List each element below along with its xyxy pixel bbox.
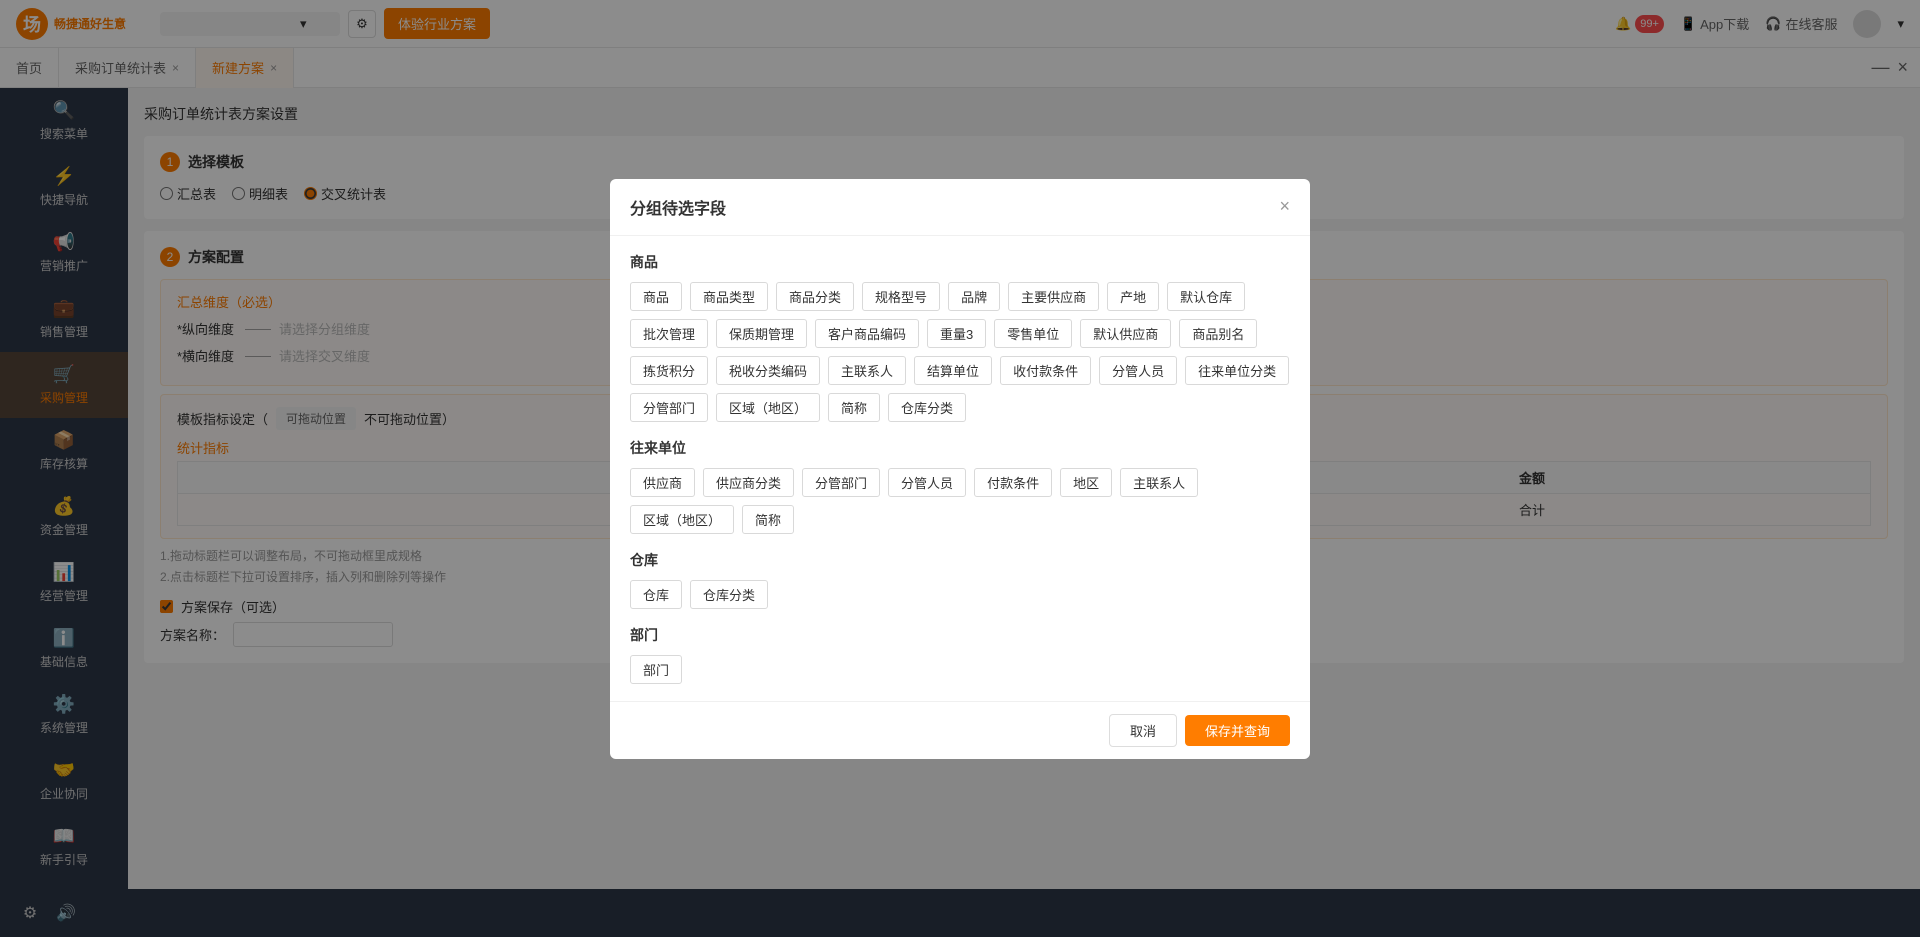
field-tag-1-0[interactable]: 供应商 [630,468,695,497]
field-tag-0-8[interactable]: 批次管理 [630,319,708,348]
field-tag-0-7[interactable]: 默认仓库 [1167,282,1245,311]
field-tag-0-25[interactable]: 仓库分类 [888,393,966,422]
field-tag-0-6[interactable]: 产地 [1107,282,1159,311]
field-tag-0-10[interactable]: 客户商品编码 [815,319,919,348]
field-group-title-1: 往来单位 [630,438,1290,458]
field-group-0: 商品商品商品类型商品分类规格型号品牌主要供应商产地默认仓库批次管理保质期管理客户… [630,252,1290,422]
field-tag-0-21[interactable]: 往来单位分类 [1185,356,1289,385]
modal-close-button[interactable]: × [1279,196,1290,217]
field-tags-3: 部门 [630,655,1290,684]
field-tag-2-1[interactable]: 仓库分类 [690,580,768,609]
modal: 分组待选字段 × 商品商品商品类型商品分类规格型号品牌主要供应商产地默认仓库批次… [610,179,1310,759]
field-group-title-2: 仓库 [630,550,1290,570]
field-tag-0-2[interactable]: 商品分类 [776,282,854,311]
field-tags-2: 仓库仓库分类 [630,580,1290,609]
modal-title: 分组待选字段 [630,195,726,219]
field-tag-0-19[interactable]: 收付款条件 [1000,356,1091,385]
field-tag-1-5[interactable]: 地区 [1060,468,1112,497]
field-tag-1-6[interactable]: 主联系人 [1120,468,1198,497]
field-tag-2-0[interactable]: 仓库 [630,580,682,609]
field-tag-0-12[interactable]: 零售单位 [994,319,1072,348]
field-tag-1-1[interactable]: 供应商分类 [703,468,794,497]
field-tag-0-17[interactable]: 主联系人 [828,356,906,385]
field-tag-1-4[interactable]: 付款条件 [974,468,1052,497]
field-tag-0-5[interactable]: 主要供应商 [1008,282,1099,311]
modal-header: 分组待选字段 × [610,179,1310,236]
field-tag-0-15[interactable]: 拣货积分 [630,356,708,385]
field-tag-0-20[interactable]: 分管人员 [1099,356,1177,385]
field-tag-1-2[interactable]: 分管部门 [802,468,880,497]
confirm-button[interactable]: 保存并查询 [1185,715,1290,746]
field-group-title-3: 部门 [630,625,1290,645]
field-tag-0-4[interactable]: 品牌 [948,282,1000,311]
cancel-button[interactable]: 取消 [1109,714,1177,747]
field-tag-1-8[interactable]: 简称 [742,505,794,534]
field-tag-0-24[interactable]: 简称 [828,393,880,422]
field-tag-0-18[interactable]: 结算单位 [914,356,992,385]
field-tag-3-0[interactable]: 部门 [630,655,682,684]
field-tag-0-23[interactable]: 区域（地区） [716,393,820,422]
field-tag-0-9[interactable]: 保质期管理 [716,319,807,348]
field-tags-1: 供应商供应商分类分管部门分管人员付款条件地区主联系人区域（地区） 简称 [630,468,1290,534]
modal-footer: 取消 保存并查询 [610,701,1310,759]
field-group-2: 仓库仓库仓库分类 [630,550,1290,609]
field-tags-0: 商品商品类型商品分类规格型号品牌主要供应商产地默认仓库批次管理保质期管理客户商品… [630,282,1290,422]
field-tag-0-0[interactable]: 商品 [630,282,682,311]
modal-body: 商品商品商品类型商品分类规格型号品牌主要供应商产地默认仓库批次管理保质期管理客户… [610,236,1310,701]
field-tag-0-22[interactable]: 分管部门 [630,393,708,422]
field-group-1: 往来单位供应商供应商分类分管部门分管人员付款条件地区主联系人区域（地区） 简称 [630,438,1290,534]
field-tag-1-7[interactable]: 区域（地区） [630,505,734,534]
field-tag-0-14[interactable]: 商品别名 [1179,319,1257,348]
field-tag-0-16[interactable]: 税收分类编码 [716,356,820,385]
modal-overlay: 分组待选字段 × 商品商品商品类型商品分类规格型号品牌主要供应商产地默认仓库批次… [0,0,1920,937]
field-tag-0-11[interactable]: 重量3 [927,319,986,348]
field-tag-1-3[interactable]: 分管人员 [888,468,966,497]
field-group-title-0: 商品 [630,252,1290,272]
field-group-3: 部门部门 [630,625,1290,684]
field-tag-0-13[interactable]: 默认供应商 [1080,319,1171,348]
field-tag-0-1[interactable]: 商品类型 [690,282,768,311]
field-tag-0-3[interactable]: 规格型号 [862,282,940,311]
